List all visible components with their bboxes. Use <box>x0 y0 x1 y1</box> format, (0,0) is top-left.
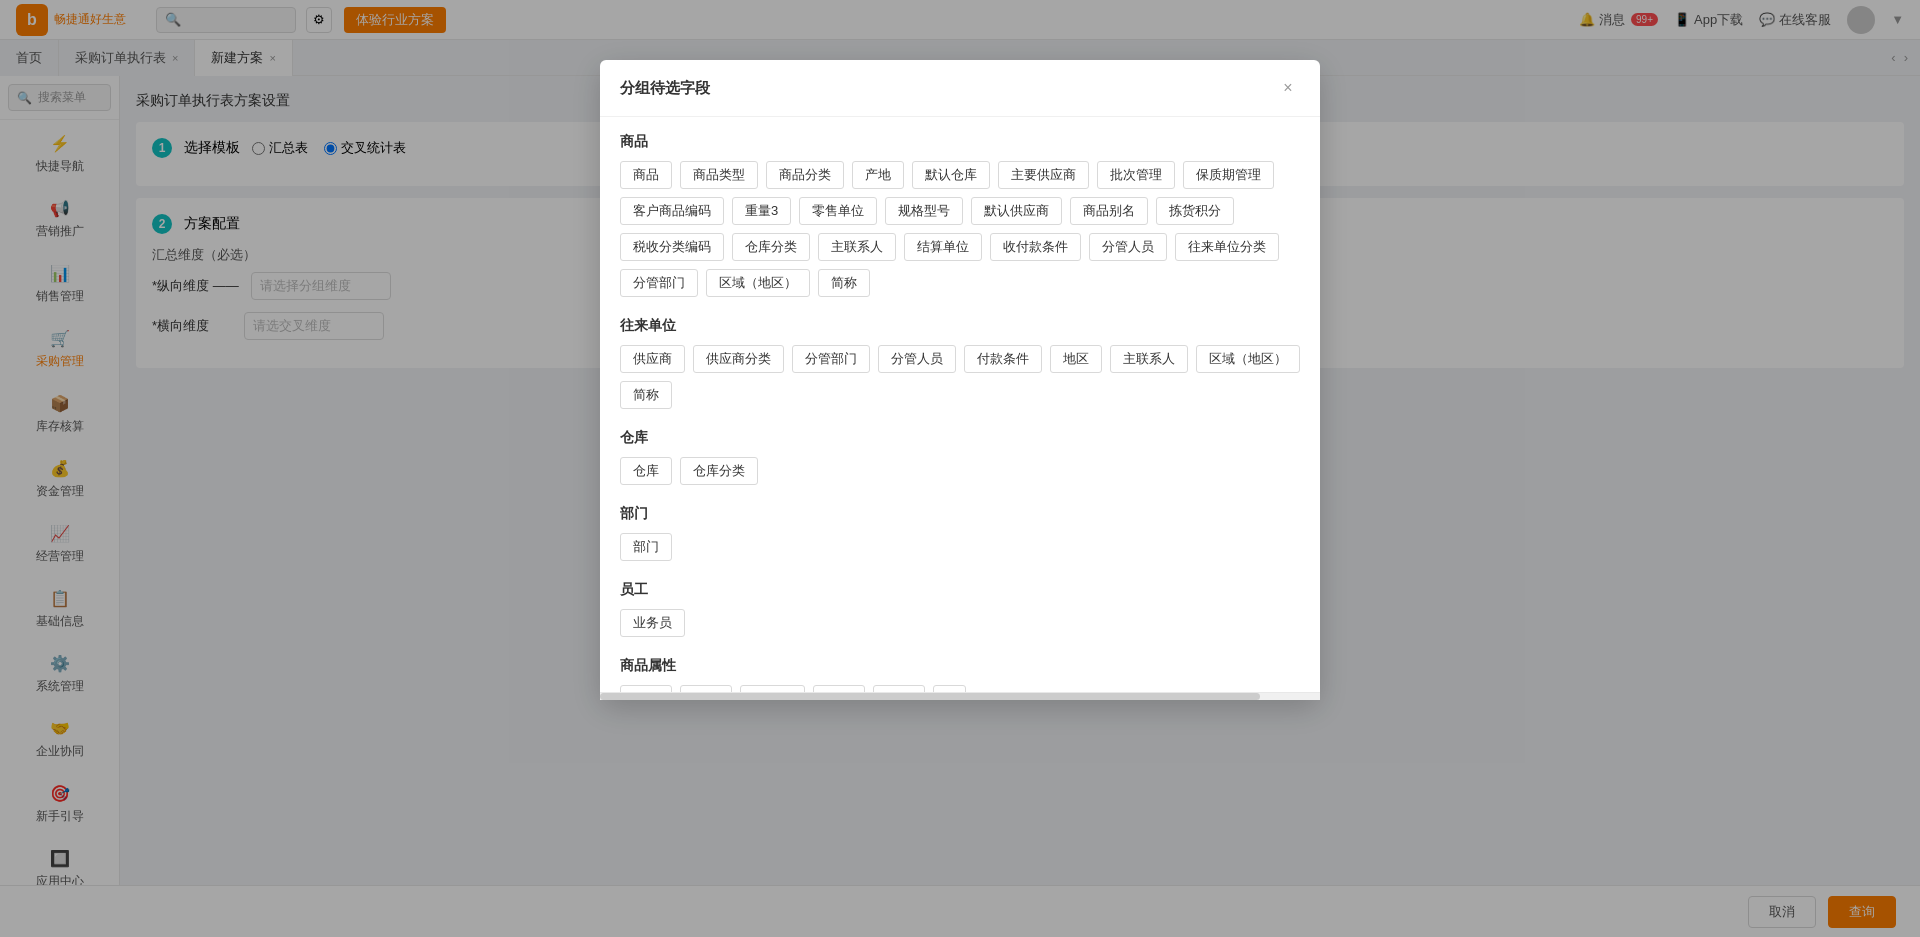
section-department-title: 部门 <box>620 505 1300 523</box>
chip-product-17[interactable]: 仓库分类 <box>732 233 810 261</box>
section-warehouse: 仓库 仓库 仓库分类 <box>620 429 1300 485</box>
section-partner-title: 往来单位 <box>620 317 1300 335</box>
chip-attr-4[interactable]: 尺码 <box>813 685 865 692</box>
chip-partner-3[interactable]: 分管部门 <box>792 345 870 373</box>
chip-product-10[interactable]: 重量3 <box>732 197 791 225</box>
chip-product-1[interactable]: 商品 <box>620 161 672 189</box>
section-department-chips: 部门 <box>620 533 1300 561</box>
modal-close-btn[interactable]: × <box>1276 76 1300 100</box>
chip-product-25[interactable]: 简称 <box>818 269 870 297</box>
chip-product-15[interactable]: 拣货积分 <box>1156 197 1234 225</box>
chip-product-14[interactable]: 商品别名 <box>1070 197 1148 225</box>
chip-employee-1[interactable]: 业务员 <box>620 609 685 637</box>
chip-partner-4[interactable]: 分管人员 <box>878 345 956 373</box>
chip-partner-1[interactable]: 供应商 <box>620 345 685 373</box>
chip-product-2[interactable]: 商品类型 <box>680 161 758 189</box>
section-product: 商品 商品 商品类型 商品分类 产地 默认仓库 主要供应商 批次管理 保质期管理… <box>620 133 1300 297</box>
chip-product-21[interactable]: 分管人员 <box>1089 233 1167 261</box>
chip-product-23[interactable]: 分管部门 <box>620 269 698 297</box>
chip-partner-8[interactable]: 区域（地区） <box>1196 345 1300 373</box>
section-product-title: 商品 <box>620 133 1300 151</box>
chip-product-18[interactable]: 主联系人 <box>818 233 896 261</box>
chip-attr-2[interactable]: 颜色 <box>680 685 732 692</box>
section-product-attr-chips: 属性 颜色 多规格 尺码 鞋码 1 <box>620 685 1300 692</box>
section-partner-chips: 供应商 供应商分类 分管部门 分管人员 付款条件 地区 主联系人 区域（地区） … <box>620 345 1300 409</box>
chip-product-7[interactable]: 批次管理 <box>1097 161 1175 189</box>
chip-product-22[interactable]: 往来单位分类 <box>1175 233 1279 261</box>
chip-product-19[interactable]: 结算单位 <box>904 233 982 261</box>
section-product-chips: 商品 商品类型 商品分类 产地 默认仓库 主要供应商 批次管理 保质期管理 客户… <box>620 161 1300 297</box>
chip-product-3[interactable]: 商品分类 <box>766 161 844 189</box>
chip-attr-5[interactable]: 鞋码 <box>873 685 925 692</box>
chip-product-4[interactable]: 产地 <box>852 161 904 189</box>
section-employee-title: 员工 <box>620 581 1300 599</box>
section-product-attr-title: 商品属性 <box>620 657 1300 675</box>
chip-product-24[interactable]: 区域（地区） <box>706 269 810 297</box>
chip-product-12[interactable]: 规格型号 <box>885 197 963 225</box>
chip-partner-9[interactable]: 简称 <box>620 381 672 409</box>
chip-partner-6[interactable]: 地区 <box>1050 345 1102 373</box>
chip-partner-5[interactable]: 付款条件 <box>964 345 1042 373</box>
chip-attr-3[interactable]: 多规格 <box>740 685 805 692</box>
field-select-modal: 分组待选字段 × 商品 商品 商品类型 商品分类 产地 默认仓库 主要供应商 批… <box>600 60 1320 700</box>
chip-product-8[interactable]: 保质期管理 <box>1183 161 1274 189</box>
section-department: 部门 部门 <box>620 505 1300 561</box>
chip-product-13[interactable]: 默认供应商 <box>971 197 1062 225</box>
section-employee-chips: 业务员 <box>620 609 1300 637</box>
chip-product-5[interactable]: 默认仓库 <box>912 161 990 189</box>
modal-title: 分组待选字段 <box>620 79 710 98</box>
chip-product-6[interactable]: 主要供应商 <box>998 161 1089 189</box>
modal-horizontal-scrollbar[interactable] <box>600 692 1320 700</box>
chip-product-11[interactable]: 零售单位 <box>799 197 877 225</box>
section-product-attr: 商品属性 属性 颜色 多规格 尺码 鞋码 1 <box>620 657 1300 692</box>
section-partner: 往来单位 供应商 供应商分类 分管部门 分管人员 付款条件 地区 主联系人 区域… <box>620 317 1300 409</box>
chip-attr-6[interactable]: 1 <box>933 685 966 692</box>
chip-warehouse-2[interactable]: 仓库分类 <box>680 457 758 485</box>
chip-product-9[interactable]: 客户商品编码 <box>620 197 724 225</box>
modal-overlay: 分组待选字段 × 商品 商品 商品类型 商品分类 产地 默认仓库 主要供应商 批… <box>0 0 1920 937</box>
modal-body: 商品 商品 商品类型 商品分类 产地 默认仓库 主要供应商 批次管理 保质期管理… <box>600 117 1320 692</box>
modal-header: 分组待选字段 × <box>600 60 1320 117</box>
chip-partner-2[interactable]: 供应商分类 <box>693 345 784 373</box>
chip-partner-7[interactable]: 主联系人 <box>1110 345 1188 373</box>
chip-product-20[interactable]: 收付款条件 <box>990 233 1081 261</box>
section-warehouse-title: 仓库 <box>620 429 1300 447</box>
chip-attr-1[interactable]: 属性 <box>620 685 672 692</box>
chip-department-1[interactable]: 部门 <box>620 533 672 561</box>
chip-warehouse-1[interactable]: 仓库 <box>620 457 672 485</box>
section-warehouse-chips: 仓库 仓库分类 <box>620 457 1300 485</box>
chip-product-16[interactable]: 税收分类编码 <box>620 233 724 261</box>
section-employee: 员工 业务员 <box>620 581 1300 637</box>
